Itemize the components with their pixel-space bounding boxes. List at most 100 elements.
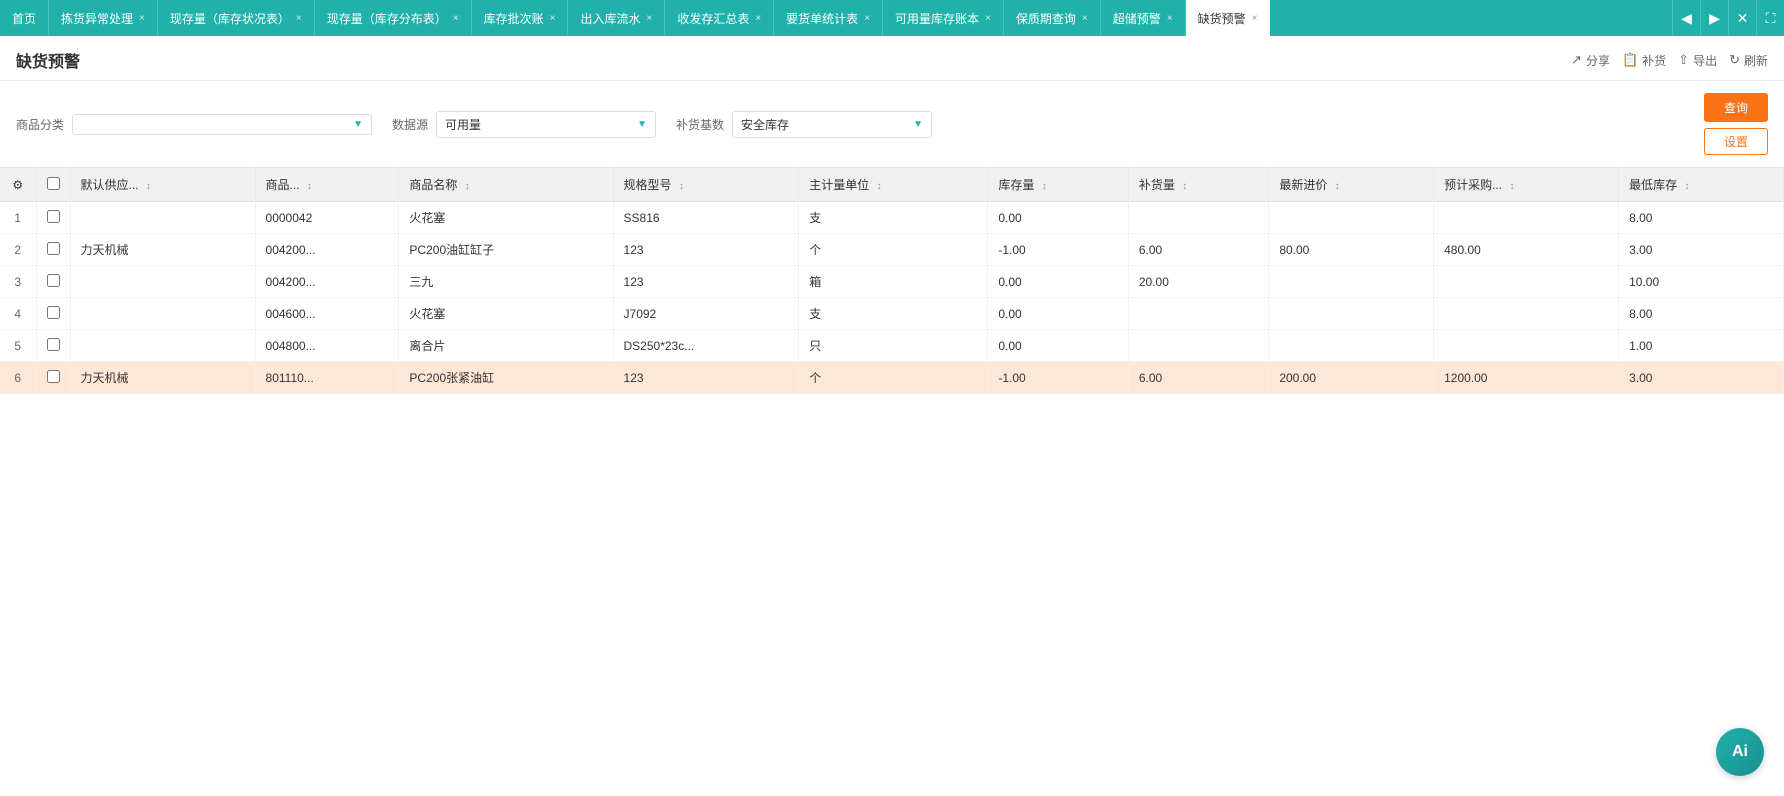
tab-close-ledger[interactable]: ×: [985, 13, 991, 24]
page-header: 缺货预警 ↗ 分享 📋 补货 ⇧ 导出 ↻ 刷新: [0, 36, 1784, 81]
tab-close-batch[interactable]: ×: [550, 13, 556, 24]
cell-latest-price: [1269, 298, 1434, 330]
row-checkbox[interactable]: [47, 306, 60, 319]
refresh-button[interactable]: ↻ 刷新: [1729, 52, 1768, 69]
row-num-cell: 6: [0, 362, 36, 394]
row-checkbox[interactable]: [47, 210, 60, 223]
tab-in-out-flow[interactable]: 出入库流水 ×: [568, 0, 665, 36]
col-latest-price[interactable]: 最新进价 ↕: [1269, 168, 1434, 202]
cell-stock: 0.00: [988, 330, 1128, 362]
row-checkbox-cell[interactable]: [36, 362, 70, 394]
filter-right-buttons: 查询 设置: [1704, 93, 1768, 155]
cell-estimated-purchase: [1434, 298, 1619, 330]
tab-close-flow[interactable]: ×: [646, 13, 652, 24]
cell-stock: 0.00: [988, 202, 1128, 234]
table-row: 5 004800... 离合片 DS250*23c... 只 0.00 1.00: [0, 330, 1784, 362]
col-settings[interactable]: ⚙: [0, 168, 36, 202]
tab-next-button[interactable]: ▶: [1700, 0, 1728, 36]
tab-close-recv[interactable]: ×: [755, 13, 761, 24]
category-select[interactable]: ▼: [72, 114, 372, 135]
cell-product-code: 004800...: [255, 330, 399, 362]
category-chevron-icon: ▼: [353, 119, 363, 130]
tab-close-all-button[interactable]: ✕: [1728, 0, 1756, 36]
tab-close-overstock[interactable]: ×: [1167, 13, 1173, 24]
replenish-button[interactable]: 📋 补货: [1622, 52, 1666, 69]
row-num-cell: 2: [0, 234, 36, 266]
export-icon: ⇧: [1678, 52, 1689, 68]
cell-unit: 箱: [799, 266, 988, 298]
tab-prev-button[interactable]: ◀: [1672, 0, 1700, 36]
tab-fullscreen-button[interactable]: ⛶: [1756, 0, 1784, 36]
row-checkbox[interactable]: [47, 370, 60, 383]
cell-spec: J7092: [613, 298, 799, 330]
col-checkbox-all[interactable]: [36, 168, 70, 202]
col-replenish-qty[interactable]: 补货量 ↕: [1128, 168, 1268, 202]
tab-recv-summary[interactable]: 收发存汇总表 ×: [665, 0, 774, 36]
tab-shortage[interactable]: 缺货预警 ×: [1186, 0, 1271, 36]
sort-min-icon: ↕: [1684, 181, 1689, 192]
col-estimated-purchase[interactable]: 预计采购... ↕: [1434, 168, 1619, 202]
settings-button[interactable]: 设置: [1704, 128, 1768, 155]
row-checkbox-cell[interactable]: [36, 330, 70, 362]
cell-spec: DS250*23c...: [613, 330, 799, 362]
row-checkbox-cell[interactable]: [36, 234, 70, 266]
select-all-checkbox[interactable]: [47, 177, 60, 190]
cell-min-stock: 8.00: [1619, 298, 1784, 330]
tab-inventory-dist[interactable]: 现存量（库存分布表） ×: [315, 0, 472, 36]
row-checkbox-cell[interactable]: [36, 298, 70, 330]
cell-unit: 只: [799, 330, 988, 362]
col-unit[interactable]: 主计量单位 ↕: [799, 168, 988, 202]
sort-replenish-icon: ↕: [1182, 181, 1187, 192]
tab-close-order[interactable]: ×: [864, 13, 870, 24]
row-checkbox[interactable]: [47, 338, 60, 351]
tab-close-expiry[interactable]: ×: [1082, 13, 1088, 24]
tab-order-stats[interactable]: 要货单统计表 ×: [774, 0, 883, 36]
cell-unit: 支: [799, 298, 988, 330]
tab-close-inv-status[interactable]: ×: [296, 13, 302, 24]
row-checkbox[interactable]: [47, 242, 60, 255]
filter-area: 商品分类 ▼ 数据源 可用量 ▼ 补货基数 安全库存 ▼ 查询 设置: [0, 81, 1784, 167]
cell-latest-price: [1269, 266, 1434, 298]
tab-close-shortage[interactable]: ×: [1252, 13, 1258, 24]
col-product-code[interactable]: 商品... ↕: [255, 168, 399, 202]
col-default-supplier[interactable]: 默认供应... ↕: [70, 168, 255, 202]
row-checkbox-cell[interactable]: [36, 202, 70, 234]
replenish-base-select[interactable]: 安全库存 ▼: [732, 111, 932, 138]
row-checkbox-cell[interactable]: [36, 266, 70, 298]
cell-product-code: 0000042: [255, 202, 399, 234]
tab-overstock[interactable]: 超储预警 ×: [1101, 0, 1186, 36]
tab-available-ledger[interactable]: 可用量库存账本 ×: [883, 0, 1004, 36]
gear-icon: ⚙: [12, 178, 23, 192]
share-button[interactable]: ↗ 分享: [1571, 52, 1610, 69]
col-min-stock[interactable]: 最低库存 ↕: [1619, 168, 1784, 202]
main-content: 缺货预警 ↗ 分享 📋 补货 ⇧ 导出 ↻ 刷新 商品分类: [0, 36, 1784, 796]
page-title: 缺货预警: [16, 48, 80, 72]
table-row: 6 力天机械 801110... PC200张紧油缸 123 个 -1.00 6…: [0, 362, 1784, 394]
cell-product-code: 004200...: [255, 266, 399, 298]
cell-estimated-purchase: 1200.00: [1434, 362, 1619, 394]
row-checkbox[interactable]: [47, 274, 60, 287]
replenish-base-filter-group: 补货基数 安全库存 ▼: [676, 111, 932, 138]
row-num-cell: 3: [0, 266, 36, 298]
tab-inventory-status[interactable]: 现存量（库存状况表） ×: [158, 0, 315, 36]
ai-assistant-badge[interactable]: Ai: [1716, 728, 1764, 776]
cell-spec: 123: [613, 362, 799, 394]
tab-close-defect[interactable]: ×: [139, 13, 145, 24]
tab-close-inv-dist[interactable]: ×: [453, 13, 459, 24]
datasource-select[interactable]: 可用量 ▼: [436, 111, 656, 138]
query-button[interactable]: 查询: [1704, 93, 1768, 122]
tab-batch-account[interactable]: 库存批次账 ×: [472, 0, 569, 36]
cell-min-stock: 8.00: [1619, 202, 1784, 234]
col-product-name[interactable]: 商品名称 ↕: [399, 168, 613, 202]
datasource-chevron-icon: ▼: [637, 119, 647, 130]
cell-min-stock: 3.00: [1619, 362, 1784, 394]
tab-expiry-query[interactable]: 保质期查询 ×: [1004, 0, 1101, 36]
col-stock[interactable]: 库存量 ↕: [988, 168, 1128, 202]
tab-home[interactable]: 首页: [0, 0, 49, 36]
tab-defect-handling[interactable]: 拣货异常处理 ×: [49, 0, 158, 36]
replenish-icon: 📋: [1622, 52, 1638, 68]
export-button[interactable]: ⇧ 导出: [1678, 52, 1717, 69]
col-spec[interactable]: 规格型号 ↕: [613, 168, 799, 202]
cell-latest-price: [1269, 202, 1434, 234]
cell-estimated-purchase: [1434, 330, 1619, 362]
